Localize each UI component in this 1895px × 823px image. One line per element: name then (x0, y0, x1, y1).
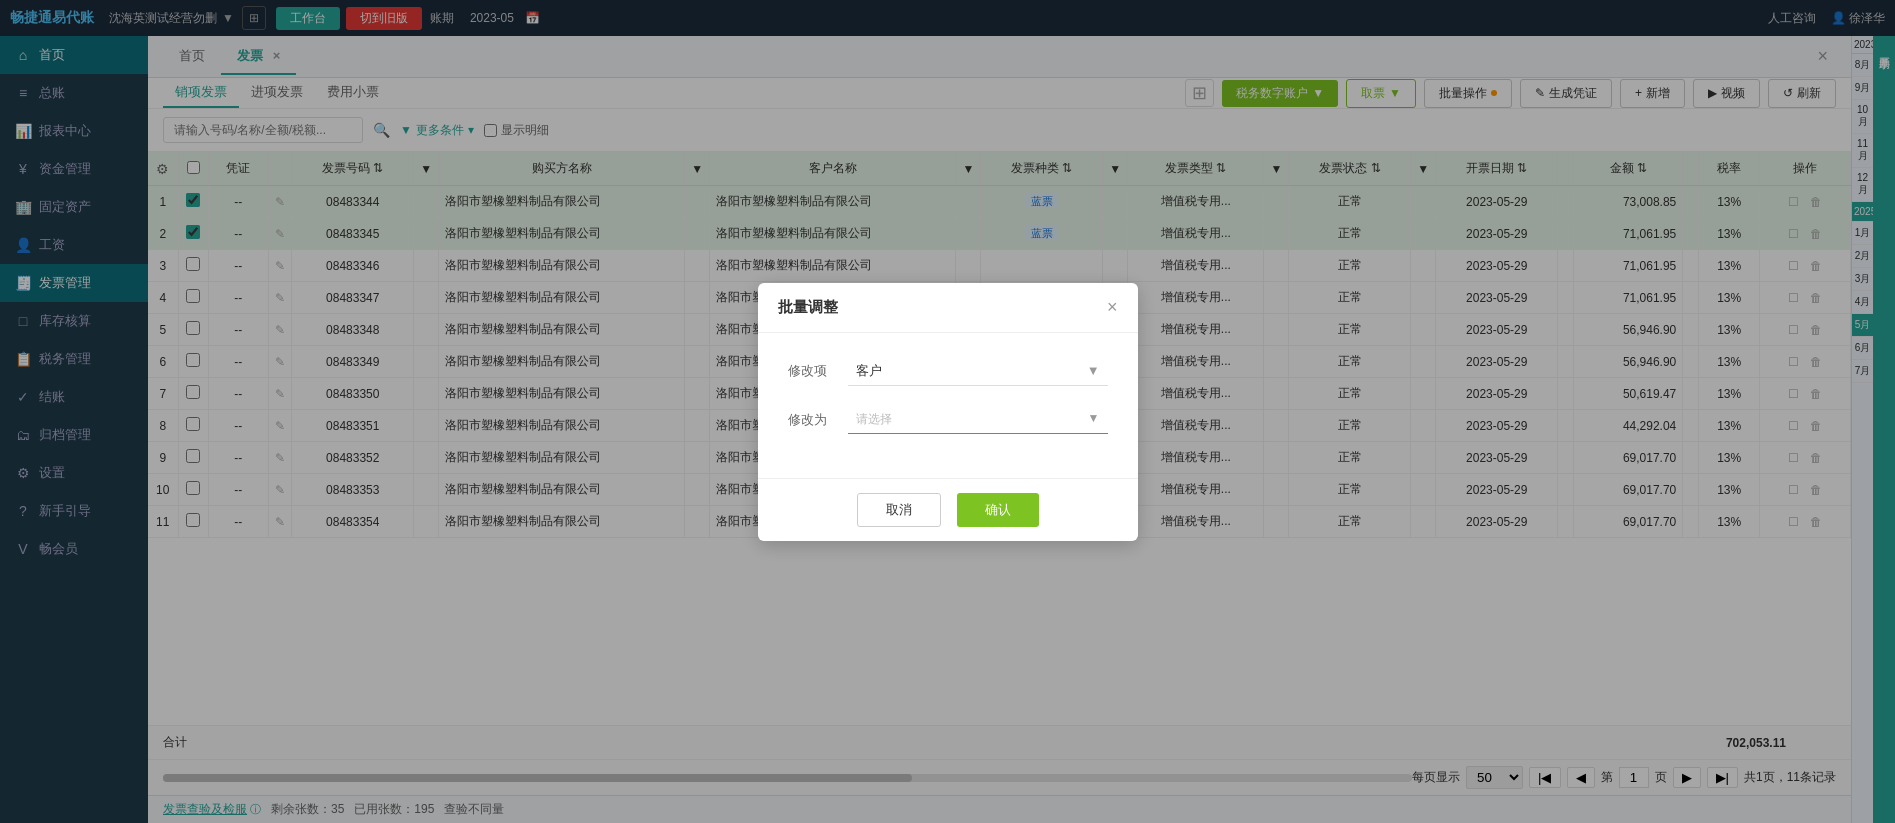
modal-value-row: 修改为 请选择 ▼ (788, 406, 1108, 434)
modal-value-select[interactable]: 请选择 ▼ (848, 406, 1108, 434)
modal-cancel-btn[interactable]: 取消 (857, 493, 941, 527)
modal-confirm-btn[interactable]: 确认 (957, 493, 1039, 527)
modal-field-row: 修改项 客户 ▼ (788, 357, 1108, 386)
modal-title: 批量调整 (778, 298, 838, 317)
modal-close-btn[interactable]: × (1107, 297, 1118, 318)
modal-overlay[interactable]: 批量调整 × 修改项 客户 ▼ 修改为 请选择 ▼ 取消 确认 (0, 0, 1895, 823)
batch-adjust-modal: 批量调整 × 修改项 客户 ▼ 修改为 请选择 ▼ 取消 确认 (758, 283, 1138, 541)
modal-value-label: 修改为 (788, 411, 848, 429)
modal-field-select[interactable]: 客户 ▼ (848, 357, 1108, 386)
modal-footer: 取消 确认 (758, 478, 1138, 541)
modal-field-label: 修改项 (788, 362, 848, 380)
modal-value-placeholder: 请选择 (856, 411, 892, 428)
value-dropdown-icon: ▼ (1088, 411, 1100, 428)
field-dropdown-icon: ▼ (1087, 363, 1100, 378)
modal-header: 批量调整 × (758, 283, 1138, 333)
modal-field-value: 客户 (856, 362, 882, 380)
modal-body: 修改项 客户 ▼ 修改为 请选择 ▼ (758, 333, 1138, 478)
